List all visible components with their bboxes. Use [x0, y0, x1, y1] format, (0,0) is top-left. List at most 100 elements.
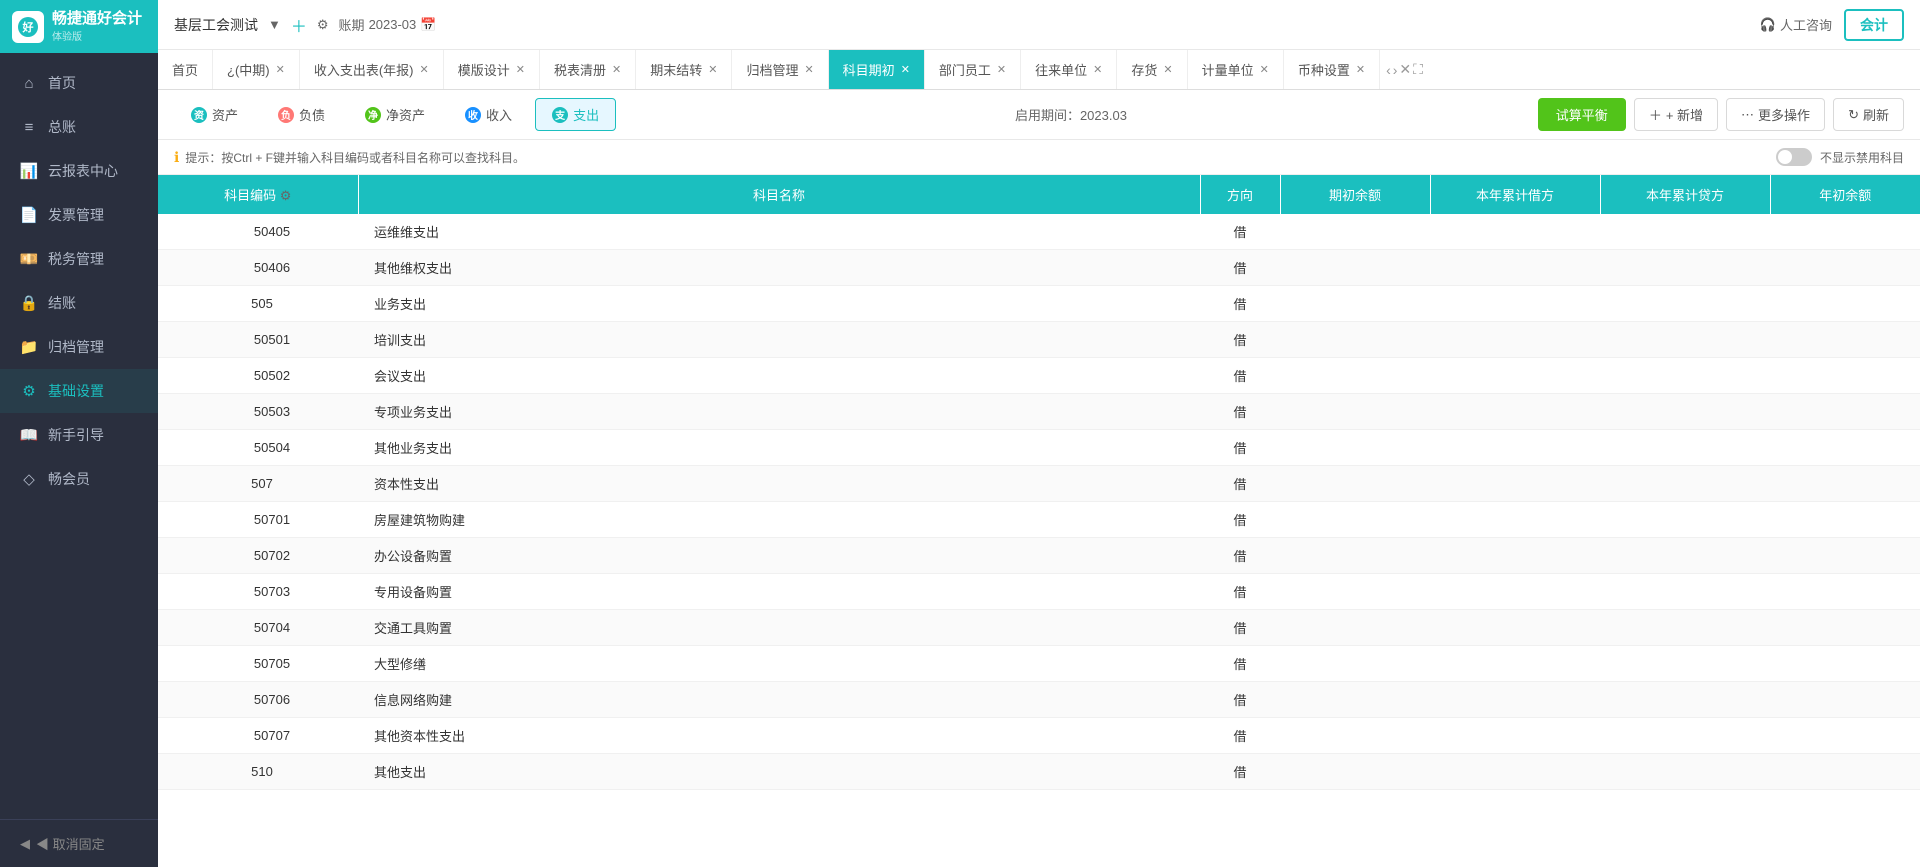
sidebar-footer-label: ◀ 取消固定 [36, 834, 105, 853]
table-row[interactable]: 50707 其他资本性支出 借 [158, 718, 1920, 754]
sidebar-item-invoice[interactable]: 📄 发票管理 [0, 193, 158, 237]
tab-close-icon[interactable]: ✕ [708, 63, 717, 76]
collapse-icon: ◀ [20, 836, 30, 852]
tab-close-icon[interactable]: ✕ [804, 63, 813, 76]
cell-balance [1280, 214, 1430, 250]
cell-direction: 借 [1200, 322, 1280, 358]
tab-unit[interactable]: 计量单位 ✕ [1188, 50, 1284, 89]
workspace-dropdown-icon[interactable]: ▼ [268, 17, 281, 32]
sidebar-logo: 好 畅捷通好会计 体验版 [0, 0, 158, 53]
column-settings-icon[interactable]: ⚙ [280, 188, 292, 203]
col-code-label: 科目编码 [224, 188, 276, 203]
cell-debit-ytd [1430, 286, 1600, 322]
tab-clients[interactable]: 往来单位 ✕ [1021, 50, 1117, 89]
table-row[interactable]: 50701 房屋建筑物购建 借 [158, 502, 1920, 538]
sub-tab-income[interactable]: 收 收入 [448, 98, 529, 131]
tab-label: 计量单位 [1202, 60, 1254, 79]
tab-interim[interactable]: ¿(中期) ✕ [213, 50, 300, 89]
table-row[interactable]: 50705 大型修缮 借 [158, 646, 1920, 682]
tab-archive-mgmt[interactable]: 归档管理 ✕ [732, 50, 828, 89]
tab-tax-clear[interactable]: 税表清册 ✕ [540, 50, 636, 89]
toggle-knob [1778, 150, 1792, 164]
table-row[interactable]: 50406 其他维权支出 借 [158, 250, 1920, 286]
sidebar-item-reports[interactable]: 📊 云报表中心 [0, 149, 158, 193]
cell-direction: 借 [1200, 466, 1280, 502]
sub-tab-expense[interactable]: 支 支出 [535, 98, 616, 131]
balance-button[interactable]: 试算平衡 [1538, 98, 1626, 131]
table-row[interactable]: 50405 运维维支出 借 [158, 214, 1920, 250]
cell-credit-ytd [1600, 502, 1770, 538]
tab-close-icon[interactable]: ✕ [420, 63, 429, 76]
sidebar-item-ledger[interactable]: ≡ 总账 [0, 105, 158, 149]
tab-next-icon[interactable]: › [1393, 62, 1398, 78]
cell-year-balance [1770, 646, 1920, 682]
tab-subject-init[interactable]: 科目期初 ✕ [829, 50, 925, 89]
tab-close-icon[interactable]: ✕ [1163, 63, 1172, 76]
tab-income-statement[interactable]: 收入支出表(年报) ✕ [300, 50, 444, 89]
tab-dept-staff[interactable]: 部门员工 ✕ [925, 50, 1021, 89]
col-balance: 期初余额 [1280, 175, 1430, 214]
sidebar-collapse-button[interactable]: ◀ ◀ 取消固定 [0, 819, 158, 867]
tab-close-icon[interactable]: ✕ [1260, 63, 1269, 76]
tab-close-icon[interactable]: ✕ [276, 63, 285, 76]
tab-template[interactable]: 模版设计 ✕ [444, 50, 540, 89]
table-row[interactable]: 50503 专项业务支出 借 [158, 394, 1920, 430]
sub-tab-liability[interactable]: 负 负债 [261, 98, 342, 131]
workspace-settings-icon[interactable]: ⚙ [317, 17, 329, 33]
period-label: 账期 [339, 15, 365, 34]
table-row[interactable]: 50502 会议支出 借 [158, 358, 1920, 394]
sub-tab-net-asset[interactable]: 净 净资产 [348, 98, 442, 131]
cell-name: 其他业务支出 [358, 430, 1200, 466]
cell-direction: 借 [1200, 718, 1280, 754]
tab-label: 币种设置 [1298, 60, 1350, 79]
table-row[interactable]: 510 其他支出 借 [158, 754, 1920, 790]
tab-close-icon[interactable]: ✕ [516, 63, 525, 76]
tab-close-icon[interactable]: ✕ [1093, 63, 1102, 76]
tab-close-icon[interactable]: ✕ [612, 63, 621, 76]
help-button[interactable]: 🎧 人工咨询 [1760, 15, 1832, 34]
kuaiji-button[interactable]: 会计 [1844, 9, 1904, 41]
sub-tab-asset[interactable]: 资 资产 [174, 98, 255, 131]
table-row[interactable]: 50703 专用设备购置 借 [158, 574, 1920, 610]
sidebar-item-tax[interactable]: 💴 税务管理 [0, 237, 158, 281]
sidebar-item-label: 发票管理 [48, 205, 104, 225]
tab-period-end[interactable]: 期末结转 ✕ [636, 50, 732, 89]
table-row[interactable]: 507 资本性支出 借 [158, 466, 1920, 502]
tab-prev-icon[interactable]: ‹ [1386, 62, 1391, 78]
sidebar-item-home[interactable]: ⌂ 首页 [0, 61, 158, 105]
topbar: 基层工会测试 ▼ ＋ ⚙ 账期 2023-03 📅 🎧 人工咨询 会计 [158, 0, 1920, 50]
closing-icon: 🔒 [20, 294, 38, 312]
tab-close-icon[interactable]: ✕ [997, 63, 1006, 76]
table-row[interactable]: 50702 办公设备购置 借 [158, 538, 1920, 574]
refresh-button[interactable]: ↻ 刷新 [1833, 98, 1904, 131]
tab-inventory[interactable]: 存货 ✕ [1117, 50, 1187, 89]
table-row[interactable]: 505 业务支出 借 [158, 286, 1920, 322]
table-row[interactable]: 50706 信息网络购建 借 [158, 682, 1920, 718]
cell-debit-ytd [1430, 574, 1600, 610]
cell-balance [1280, 502, 1430, 538]
tab-close-icon[interactable]: ✕ [901, 63, 910, 76]
sidebar-item-settings[interactable]: ⚙ 基础设置 [0, 369, 158, 413]
notice-text: 提示：按Ctrl + F键并输入科目编码或者科目名称可以查找科目。 [185, 149, 525, 166]
sidebar-item-archive[interactable]: 📁 归档管理 [0, 325, 158, 369]
tab-close-icon[interactable]: ✕ [1356, 63, 1365, 76]
disable-toggle[interactable] [1776, 148, 1812, 166]
table-row[interactable]: 50704 交通工具购置 借 [158, 610, 1920, 646]
cell-code: 50502 [158, 358, 358, 394]
sidebar-item-member[interactable]: ◇ 畅会员 [0, 457, 158, 501]
calendar-icon[interactable]: 📅 [420, 17, 436, 33]
tab-close-all-icon[interactable]: ✕ [1399, 61, 1411, 78]
tab-expand-icon[interactable]: ⛶ [1413, 61, 1423, 78]
tab-home[interactable]: 首页 [158, 50, 213, 89]
more-button[interactable]: ⋯ 更多操作 [1726, 98, 1825, 131]
tab-currency[interactable]: 币种设置 ✕ [1284, 50, 1380, 89]
refresh-icon: ↻ [1848, 107, 1859, 123]
sidebar-item-closing[interactable]: 🔒 结账 [0, 281, 158, 325]
add-button[interactable]: ＋ + 新增 [1634, 98, 1718, 131]
cell-year-balance [1770, 754, 1920, 790]
table-row[interactable]: 50504 其他业务支出 借 [158, 430, 1920, 466]
toggle-group: 不显示禁用科目 [1776, 148, 1904, 166]
sidebar-item-guide[interactable]: 📖 新手引导 [0, 413, 158, 457]
table-row[interactable]: 50501 培训支出 借 [158, 322, 1920, 358]
workspace-add-button[interactable]: ＋ [291, 13, 307, 37]
